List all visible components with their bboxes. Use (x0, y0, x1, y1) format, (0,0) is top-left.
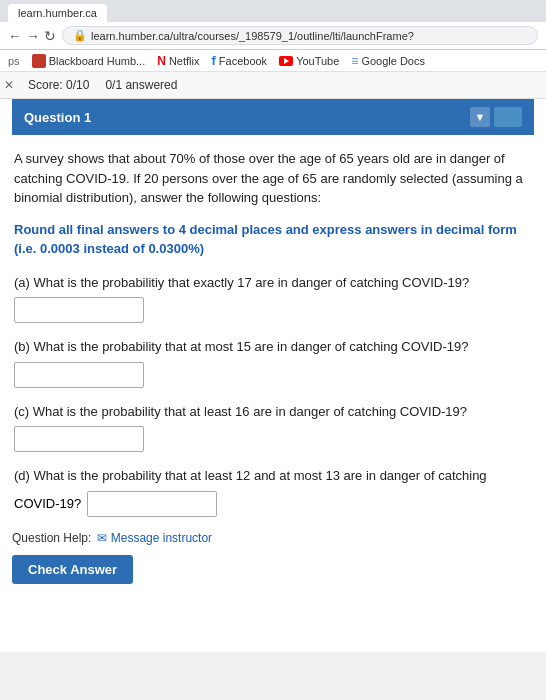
question-help-label: Question Help: (12, 531, 91, 545)
answer-input-b[interactable] (14, 362, 144, 388)
bb-icon (32, 54, 46, 68)
answered-label: 0/1 answered (105, 78, 177, 92)
url-text: learn.humber.ca/ultra/courses/_198579_1/… (91, 30, 414, 42)
answer-input-c[interactable] (14, 426, 144, 452)
sub-question-d: (d) What is the probability that at leas… (12, 466, 534, 517)
browser-bar: ← → ↻ 🔒 learn.humber.ca/ultra/courses/_1… (0, 22, 546, 50)
question-title: Question 1 (24, 110, 91, 125)
googledocs-icon: ≡ (351, 54, 358, 68)
address-bar[interactable]: 🔒 learn.humber.ca/ultra/courses/_198579_… (62, 26, 538, 45)
sub-question-b-label: (b) What is the probability that at most… (14, 337, 532, 357)
forward-icon[interactable]: → (26, 28, 40, 44)
bookmark-yt-label: YouTube (296, 55, 339, 67)
bookmark-facebook[interactable]: f Facebook (211, 53, 267, 68)
question-body: A survey shows that about 70% of those o… (12, 149, 534, 208)
close-icon[interactable]: ✕ (4, 78, 14, 92)
browser-tabs: learn.humber.ca (0, 0, 546, 22)
sub-question-c: (c) What is the probability that at leas… (12, 402, 534, 453)
score-bar: ✕ Score: 0/10 0/1 answered (0, 72, 546, 99)
sub-question-b: (b) What is the probability that at most… (12, 337, 534, 388)
sub-question-d-inline: COVID-19? (14, 491, 532, 517)
bookmark-gdocs-label: Google Docs (361, 55, 425, 67)
bookmark-blackboard[interactable]: Blackboard Humb... (32, 54, 146, 68)
check-answer-button[interactable]: Check Answer (12, 555, 133, 584)
bookmark-youtube[interactable]: YouTube (279, 55, 339, 67)
next-question-button[interactable] (494, 107, 522, 127)
bookmark-label: ps (8, 55, 20, 67)
instruction-text: Round all final answers to 4 decimal pla… (12, 220, 534, 259)
question-container: Question 1 ▼ A survey shows that about 7… (0, 99, 546, 600)
facebook-icon: f (211, 53, 215, 68)
reload-icon[interactable]: ↻ (44, 28, 56, 44)
question-header-controls: ▼ (470, 107, 522, 127)
bookmarks-bar: ps Blackboard Humb... N Netflix f Facebo… (0, 50, 546, 72)
question-header: Question 1 ▼ (12, 99, 534, 135)
answer-input-d[interactable] (87, 491, 217, 517)
message-instructor-link[interactable]: ✉ Message instructor (97, 531, 212, 545)
youtube-icon (279, 56, 293, 66)
answer-input-a[interactable] (14, 297, 144, 323)
prev-question-button[interactable]: ▼ (470, 107, 490, 127)
lock-icon: 🔒 (73, 29, 87, 42)
back-icon[interactable]: ← (8, 28, 22, 44)
score-bar-content: Score: 0/10 0/1 answered (28, 78, 177, 92)
score-label: Score: 0/10 (28, 78, 89, 92)
netflix-icon: N (157, 54, 166, 68)
active-tab[interactable]: learn.humber.ca (8, 4, 107, 22)
sub-question-c-label: (c) What is the probability that at leas… (14, 402, 532, 422)
bookmark-netflix[interactable]: N Netflix (157, 54, 199, 68)
bookmark-googledocs[interactable]: ≡ Google Docs (351, 54, 425, 68)
question-help: Question Help: ✉ Message instructor (12, 531, 534, 545)
sub-question-d-label-before: (d) What is the probability that at leas… (14, 466, 532, 486)
sub-question-d-label-after: COVID-19? (14, 496, 81, 511)
sub-question-a-label: (a) What is the probabilitiy that exactl… (14, 273, 532, 293)
sub-question-a: (a) What is the probabilitiy that exactl… (12, 273, 534, 324)
bookmark-fb-label: Facebook (219, 55, 267, 67)
main-content: ✕ Score: 0/10 0/1 answered Question 1 ▼ … (0, 72, 546, 652)
nav-icons: ← → ↻ (8, 28, 56, 44)
bookmark-bb-label: Blackboard Humb... (49, 55, 146, 67)
bookmark-netflix-label: Netflix (169, 55, 200, 67)
